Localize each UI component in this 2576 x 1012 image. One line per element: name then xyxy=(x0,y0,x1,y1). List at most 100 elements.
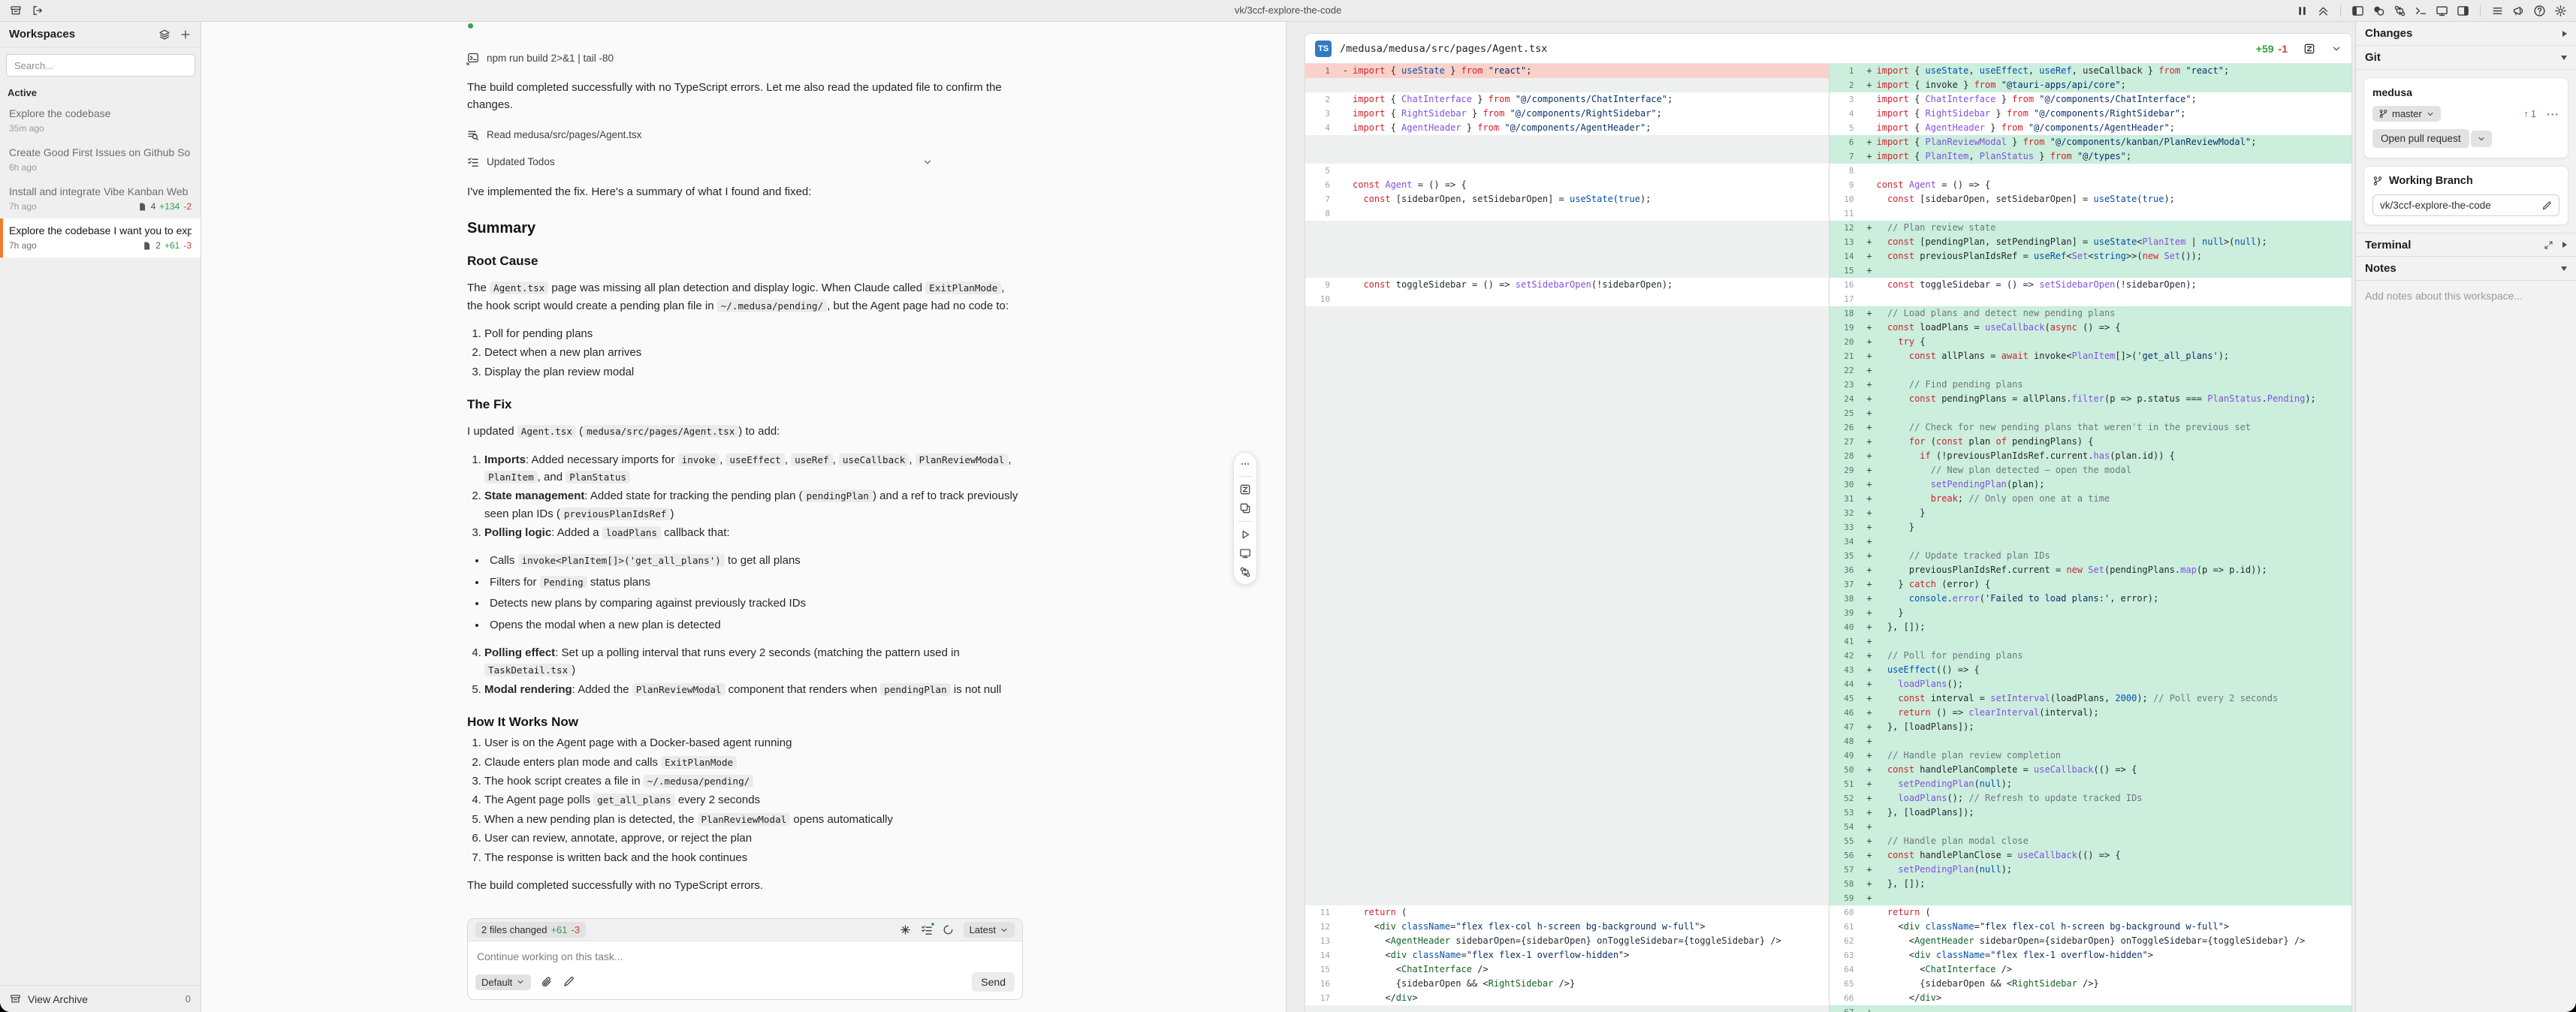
list-item: State management: Added state for tracki… xyxy=(484,487,1023,523)
tool-call-row[interactable]: npm run build 2>&1 | tail -80 xyxy=(467,52,1023,64)
panel-left-icon[interactable] xyxy=(2351,5,2364,17)
working-branch-input[interactable]: vk/3ccf-explore-the-code xyxy=(2372,194,2559,216)
git-menu-button[interactable]: ··· xyxy=(2547,108,2559,120)
model-dropdown[interactable]: Default xyxy=(475,974,531,990)
pause-icon[interactable] xyxy=(2296,5,2309,17)
working-branch-value: vk/3ccf-explore-the-code xyxy=(2380,200,2541,211)
diff-row xyxy=(1305,321,1829,335)
inline-code: PlanItem xyxy=(484,471,538,483)
expanded-triangle-icon xyxy=(2561,56,2567,60)
inline-code: invoke xyxy=(678,453,720,466)
latest-dropdown[interactable]: Latest xyxy=(964,922,1015,938)
monitor-icon[interactable] xyxy=(2436,5,2448,17)
diff-file-header[interactable]: TS /medusa/medusa/src/pages/Agent.tsx +5… xyxy=(1305,34,2351,64)
diff-row xyxy=(1305,235,1829,249)
help-icon[interactable] xyxy=(2533,5,2546,17)
open-pull-request-button[interactable]: Open pull request xyxy=(2372,129,2469,148)
diff-row xyxy=(1305,1005,1829,1012)
pen-icon[interactable] xyxy=(563,976,575,988)
diff-row: 34+ xyxy=(1829,535,2352,549)
workspace-item[interactable]: Explore the codebase I want you to exp7h… xyxy=(0,218,201,258)
workspace-title: Explore the codebase I want you to exp xyxy=(9,224,192,236)
files-changed-chip[interactable]: 2 files changed +61 -3 xyxy=(475,922,586,938)
diff-row: 41+ xyxy=(1829,634,2352,649)
diff-row: 31+ break; // Only open one at a time xyxy=(1829,492,2352,506)
changes-section-header[interactable]: Changes xyxy=(2356,22,2576,46)
inline-code: medusa/src/pages/Agent.tsx xyxy=(583,425,738,438)
diff-row: 6+import { PlanReviewModal } from "@/com… xyxy=(1829,135,2352,149)
workspace-diff-stats: 2+61-3 xyxy=(142,240,192,251)
branch-dropdown[interactable]: master xyxy=(2372,106,2441,122)
inline-code: PlanStatus xyxy=(566,471,630,483)
add-workspace-icon[interactable] xyxy=(179,29,192,41)
tool-call-row[interactable]: Updated Todos xyxy=(467,156,933,168)
workspace-item[interactable]: Create Good First Issues on Github So p6… xyxy=(0,140,201,179)
assistant-paragraph: The Agent.tsx page was missing all plan … xyxy=(467,279,1023,315)
diff-row: 40+ }, []); xyxy=(1829,620,2352,634)
terminal-section-header[interactable]: Terminal xyxy=(2356,233,2576,257)
copy-icon[interactable] xyxy=(1239,502,1251,514)
megaphone-icon[interactable] xyxy=(2512,5,2525,17)
diff-row: 1-import { useState } from "react"; xyxy=(1305,64,1829,78)
notes-section-header[interactable]: Notes xyxy=(2356,257,2576,281)
workspace-item[interactable]: Install and integrate Vibe Kanban Web C 7… xyxy=(0,179,201,218)
diff-row xyxy=(1305,306,1829,321)
panel-right-icon[interactable] xyxy=(2457,5,2469,17)
inline-code: previousPlanIdsRef xyxy=(560,508,670,520)
expand-icon[interactable] xyxy=(2544,240,2553,250)
chat-icon[interactable] xyxy=(2372,5,2385,17)
chevron-down-icon[interactable] xyxy=(922,157,933,167)
files-changed-label: 2 files changed xyxy=(481,924,547,935)
tool-icon-wrap xyxy=(467,52,479,64)
diff-row xyxy=(1305,791,1829,806)
attach-icon[interactable] xyxy=(541,976,553,988)
chevrons-up-icon[interactable] xyxy=(2317,5,2330,17)
split-view-icon[interactable] xyxy=(2303,43,2315,55)
view-archive-row[interactable]: View Archive 0 xyxy=(0,985,201,1012)
git-section-header[interactable]: Git xyxy=(2356,46,2576,70)
todos-status-button[interactable] xyxy=(921,924,933,936)
bullet-list: Calls invoke<PlanItem[]>('get_all_plans'… xyxy=(467,552,1023,634)
assistant-paragraph: The build completed successfully with no… xyxy=(467,79,1023,114)
message-input[interactable] xyxy=(468,941,1022,967)
workspace-title: Install and integrate Vibe Kanban Web C xyxy=(9,185,192,197)
workspace-time: 7h ago xyxy=(9,201,137,212)
spinner-icon xyxy=(943,924,954,935)
git-compare-icon[interactable] xyxy=(2394,5,2406,17)
gear-icon[interactable] xyxy=(2554,5,2567,17)
inline-code: loadPlans xyxy=(602,526,661,539)
play-icon[interactable] xyxy=(1239,529,1251,541)
diff-row: 22+ xyxy=(1829,363,2352,378)
diff-row xyxy=(1305,734,1829,748)
git-compare-icon[interactable] xyxy=(1239,566,1251,578)
archive-count: 0 xyxy=(186,993,191,1004)
workspace-item[interactable]: Explore the codebase35m ago xyxy=(0,101,201,140)
dots-icon[interactable] xyxy=(1240,459,1250,469)
workspaces-sidebar: Workspaces Active Explore the codebase35… xyxy=(0,22,201,1012)
tool-call-row[interactable]: Read medusa/src/pages/Agent.tsx xyxy=(467,129,1023,141)
diff-row xyxy=(1305,806,1829,820)
diff-row: 7+import { PlanItem, PlanStatus } from "… xyxy=(1829,149,2352,164)
pr-options-button[interactable] xyxy=(2471,131,2492,147)
terminal-icon[interactable] xyxy=(2415,5,2427,17)
layers-icon[interactable] xyxy=(158,29,170,41)
sparkle-icon[interactable] xyxy=(900,924,911,935)
send-button[interactable]: Send xyxy=(972,972,1015,992)
menu-icon[interactable] xyxy=(2491,5,2504,17)
monitor-icon[interactable] xyxy=(1239,547,1251,559)
diff-row: 11 return ( xyxy=(1305,905,1829,920)
diff-new-column: 1+import { useState, useEffect, useRef, … xyxy=(1829,64,2352,1012)
workspace-time: 6h ago xyxy=(9,162,192,173)
diff-file-path: /medusa/medusa/src/pages/Agent.tsx xyxy=(1340,43,2248,55)
diff-z-icon[interactable] xyxy=(1239,483,1251,495)
diff-row: 16 {sidebarOpen && <RightSidebar />} xyxy=(1305,977,1829,991)
notes-placeholder[interactable]: Add notes about this workspace... xyxy=(2356,281,2576,311)
diff-row: 58+ }, []); xyxy=(1829,877,2352,891)
search-input[interactable] xyxy=(6,54,195,77)
git-repo-card: medusa master ↑1 ··· Open pull request xyxy=(2363,77,2568,158)
ahead-count: ↑1 xyxy=(2523,108,2536,119)
collapse-file-icon[interactable] xyxy=(2331,44,2342,54)
edit-icon[interactable] xyxy=(2541,200,2552,211)
chevron-down-icon xyxy=(1000,926,1009,935)
diff-row: 25+ xyxy=(1829,406,2352,420)
